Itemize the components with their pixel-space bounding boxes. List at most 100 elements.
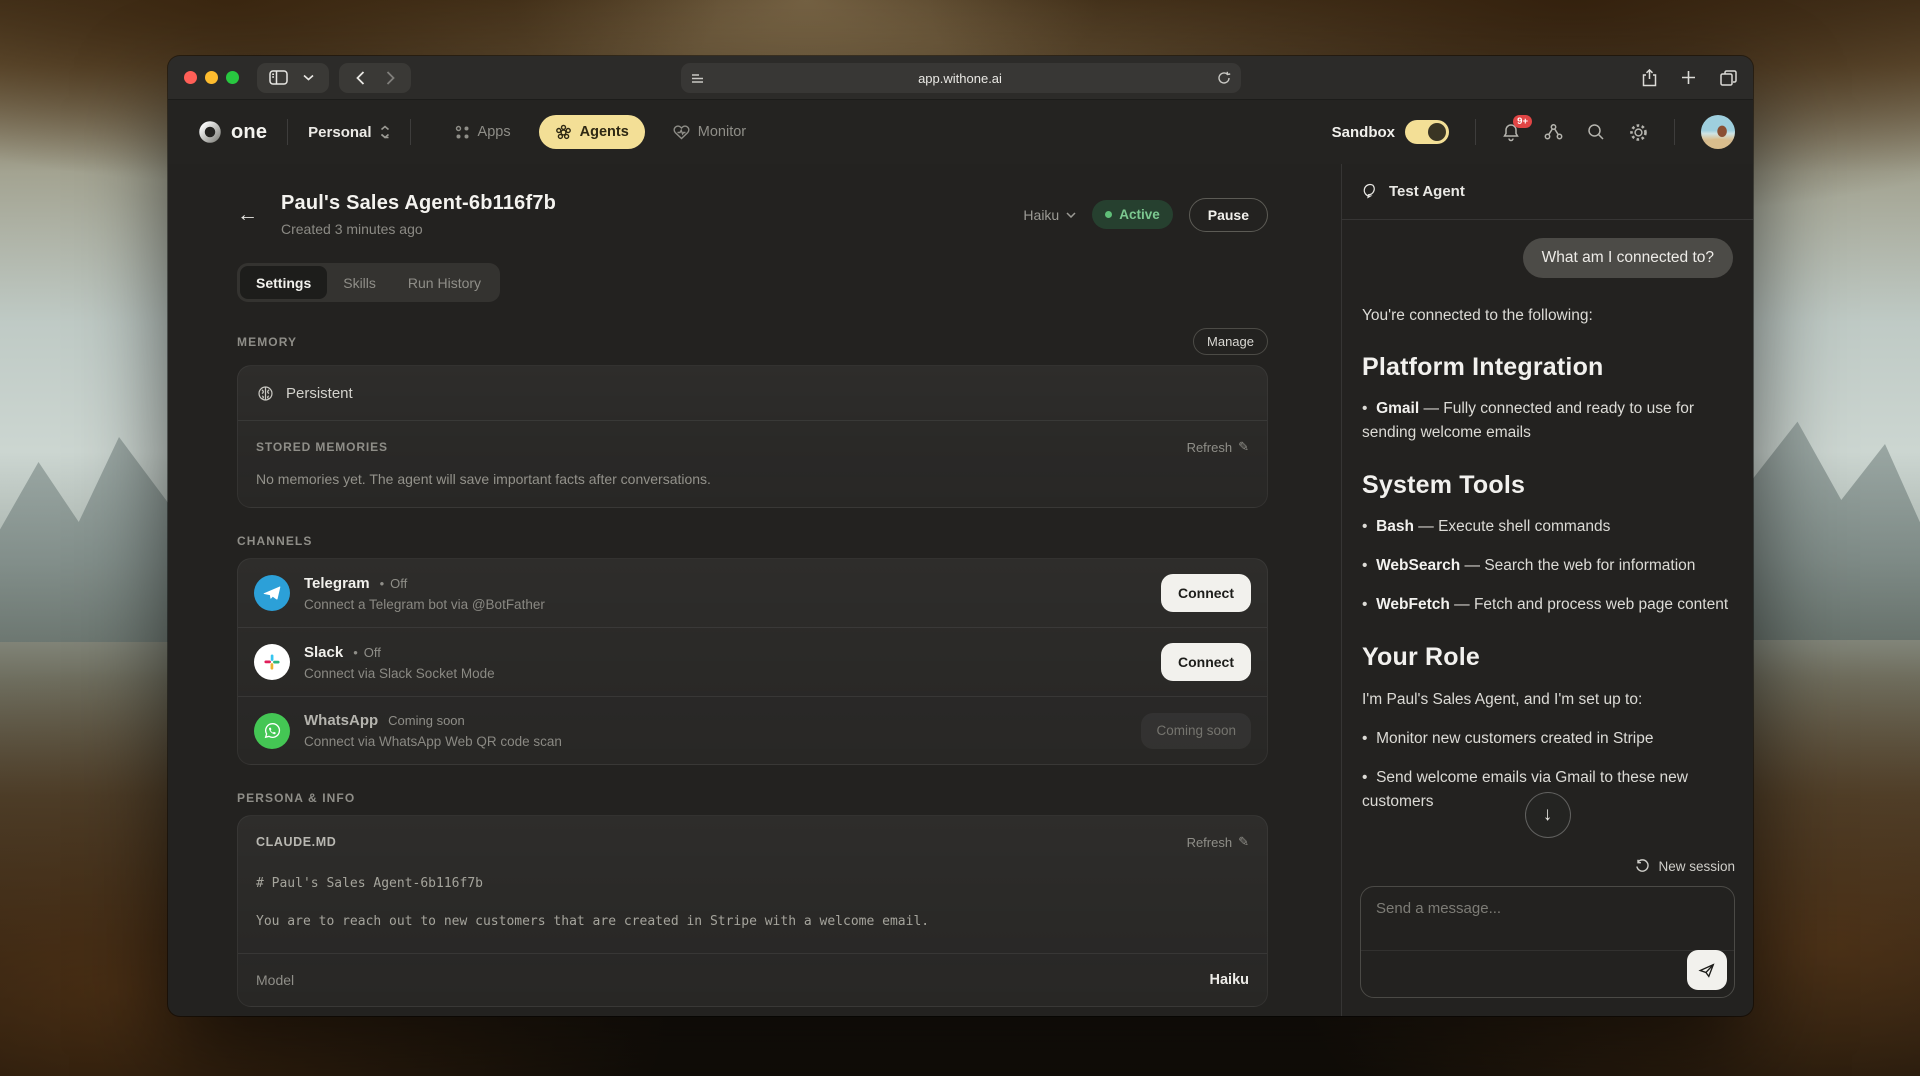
url-text: app.withone.ai <box>918 70 1002 86</box>
tab-run-history[interactable]: Run History <box>392 266 497 299</box>
mountain-ridge-right <box>1745 421 1920 640</box>
channel-description: Connect via Slack Socket Mode <box>304 665 495 681</box>
scroll-to-bottom-button[interactable]: ↓ <box>1524 792 1571 838</box>
pause-button[interactable]: Pause <box>1188 197 1268 232</box>
manage-memory-button[interactable]: Manage <box>1193 328 1268 355</box>
pencil-icon: ✎ <box>1238 834 1249 849</box>
new-tab-icon[interactable] <box>1681 70 1696 85</box>
bullet-term: Bash <box>1376 518 1414 536</box>
persona-section-label: PERSONA & INFO <box>237 791 356 805</box>
brand[interactable]: one <box>198 120 267 144</box>
chat-bullet: • WebFetch — Fetch and process web page … <box>1362 593 1733 617</box>
notification-count-badge: 9+ <box>1513 114 1532 128</box>
workspace-selector[interactable]: Personal <box>308 124 389 141</box>
integrations-nodes-icon[interactable] <box>1544 123 1563 141</box>
memory-mode-label: Persistent <box>286 384 353 402</box>
chat-heading: Your Role <box>1362 643 1481 672</box>
connect-slack-button[interactable]: Connect <box>1161 643 1251 681</box>
channels-section-label: CHANNELS <box>237 534 313 548</box>
coming-soon-pill: Coming soon <box>1141 712 1251 749</box>
user-message-bubble: What am I connected to? <box>1522 238 1733 278</box>
channel-description: Connect via WhatsApp Web QR code scan <box>304 734 562 749</box>
telegram-icon <box>254 575 290 611</box>
claude-md-line: # Paul's Sales Agent-6b116f7b <box>256 876 483 891</box>
chat-transcript: What am I connected to? You're connected… <box>1342 220 1753 849</box>
channel-row-telegram: Telegram • Off Connect a Telegram bot vi… <box>238 559 1267 627</box>
chat-bullet: • Bash — Execute shell commands <box>1362 515 1733 539</box>
memory-empty-text: No memories yet. The agent will save imp… <box>256 471 711 487</box>
bullet-text: — Execute shell commands <box>1413 518 1611 536</box>
chat-footer: New session <box>1342 849 1753 1016</box>
model-dropdown[interactable]: Haiku <box>1023 207 1076 223</box>
browser-window: app.withone.ai one Personal Apps Agents … <box>168 56 1753 1016</box>
share-icon[interactable] <box>1642 68 1657 87</box>
reader-icon[interactable] <box>691 72 704 85</box>
channel-row-slack: Slack • Off Connect via Slack Socket Mod… <box>238 628 1267 696</box>
stored-memories-label: STORED MEMORIES <box>256 440 388 454</box>
memory-section-label: MEMORY <box>237 334 298 349</box>
tab-overview-icon[interactable] <box>1720 69 1737 86</box>
nav-apps-label: Apps <box>477 124 511 140</box>
tab-settings[interactable]: Settings <box>240 266 328 299</box>
close-window-button[interactable] <box>184 71 197 84</box>
slack-icon <box>254 644 290 680</box>
zoom-window-button[interactable] <box>226 71 239 84</box>
channel-description: Connect a Telegram bot via @BotFather <box>304 596 545 612</box>
bullet-text: Monitor new customers created in Stripe <box>1376 729 1654 747</box>
header-divider <box>287 119 289 145</box>
bullet-text: — Search the web for information <box>1460 557 1696 575</box>
user-avatar[interactable] <box>1701 115 1735 149</box>
channel-row-whatsapp: WhatsApp Coming soon Connect via WhatsAp… <box>238 697 1267 764</box>
detail-tabs: Settings Skills Run History <box>237 263 501 302</box>
channel-name: WhatsApp <box>304 712 379 729</box>
channel-name: Telegram <box>304 574 370 592</box>
claude-md-label: CLAUDE.MD <box>256 835 337 849</box>
minimize-window-button[interactable] <box>205 71 218 84</box>
settings-gear-icon[interactable] <box>1629 123 1648 142</box>
channels-card: Telegram • Off Connect a Telegram bot vi… <box>237 558 1268 765</box>
new-session-button[interactable]: New session <box>1360 859 1735 874</box>
memory-card: Persistent STORED MEMORIES Refresh ✎ No … <box>237 365 1268 508</box>
bullet-term: WebSearch <box>1376 557 1461 575</box>
page-title: Paul's Sales Agent-6b116f7b <box>281 192 557 214</box>
app-header: one Personal Apps Agents Monitor Sandbox… <box>168 100 1753 164</box>
status-dot: • <box>379 575 385 591</box>
sidebar-chevron-down-icon[interactable] <box>293 63 323 93</box>
address-bar[interactable]: app.withone.ai <box>680 63 1241 93</box>
send-button[interactable] <box>1687 950 1727 990</box>
status-badge: Active <box>1092 200 1173 229</box>
monitor-heart-icon <box>673 124 690 139</box>
bullet-term: WebFetch <box>1376 596 1450 614</box>
forward-icon[interactable] <box>375 63 405 93</box>
bullet-text: Send welcome emails via Gmail to these n… <box>1362 768 1688 810</box>
brand-name: one <box>231 120 268 143</box>
refresh-persona-button[interactable]: Refresh ✎ <box>1187 834 1249 850</box>
model-row-value[interactable]: Haiku <box>1210 972 1250 988</box>
bullet-glyph: • <box>1362 768 1368 786</box>
status-dot: • <box>353 644 358 660</box>
tab-skills[interactable]: Skills <box>327 266 392 299</box>
notifications-bell-icon[interactable]: 9+ <box>1502 114 1532 142</box>
nav-agents[interactable]: Agents <box>538 115 645 149</box>
search-icon[interactable] <box>1587 123 1605 141</box>
refresh-memories-button[interactable]: Refresh ✎ <box>1187 439 1249 455</box>
sidebar-toggle-icon[interactable] <box>263 63 293 93</box>
bullet-glyph: • <box>1362 400 1368 418</box>
connect-telegram-button[interactable]: Connect <box>1161 574 1251 612</box>
sandbox-toggle[interactable] <box>1405 120 1449 144</box>
channel-status: • Off <box>353 644 381 660</box>
back-arrow-button[interactable]: ← <box>237 203 263 227</box>
reload-icon[interactable] <box>1217 71 1231 85</box>
test-agent-panel: Test Agent What am I connected to? You'r… <box>1341 164 1753 1016</box>
back-icon[interactable] <box>345 63 375 93</box>
chevron-updown-icon <box>380 125 389 139</box>
nav-monitor[interactable]: Monitor <box>673 124 746 140</box>
chat-heading: Platform Integration <box>1362 353 1604 382</box>
chat-bullet: • WebSearch — Search the web for informa… <box>1362 554 1733 578</box>
chat-bullet: • Monitor new customers created in Strip… <box>1362 727 1733 751</box>
down-arrow-icon: ↓ <box>1542 804 1553 825</box>
message-input[interactable] <box>1361 887 1734 949</box>
nav-agents-label: Agents <box>579 124 629 140</box>
nav-apps[interactable]: Apps <box>455 124 511 140</box>
window-controls <box>184 71 239 84</box>
